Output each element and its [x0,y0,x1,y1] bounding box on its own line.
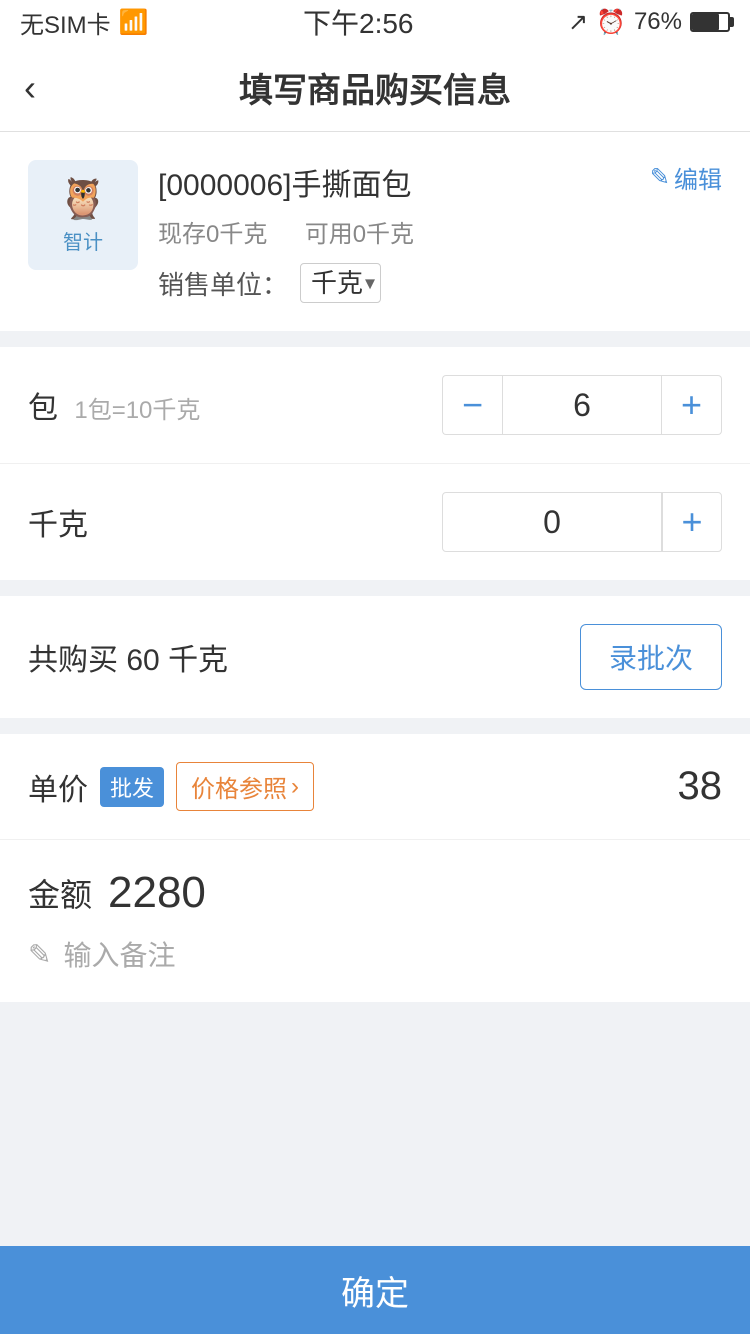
total-amount: 60 [126,644,159,677]
kg-plus-button[interactable]: + [662,492,722,552]
carrier-text: 无SIM卡 [20,5,111,40]
quantity-section: 包 1包=10千克 − + 千克 + [0,347,750,580]
price-label: 单价 [28,765,88,809]
price-tag: 批发 [100,767,164,807]
quantity-row-kg: 千克 + [0,464,750,580]
confirm-bar[interactable]: 确定 [0,1246,750,1334]
location-icon: ↗ [568,8,588,37]
edit-icon: ✎ [650,163,670,192]
product-card: 🦉 智计 [0000006]手撕面包 ✎ 编辑 现存0千克 可用0千克 销售单 [0,132,750,331]
price-left: 单价 批发 价格参照 › [28,762,314,811]
available-text: 可用0千克 [305,221,414,248]
price-section: 单价 批发 价格参照 › 38 [0,734,750,840]
price-ref-button[interactable]: 价格参照 › [176,762,314,811]
price-value: 38 [678,764,723,809]
page-title: 填写商品购买信息 [239,63,511,112]
total-prefix: 共购买 [28,644,118,677]
unit-select-wrapper[interactable]: 千克 [300,263,381,303]
edit-label: 编辑 [674,160,722,195]
bag-hint: 1包=10千克 [74,397,200,424]
note-row[interactable]: ✎ 输入备注 [28,934,722,974]
stock-text: 现存0千克 [158,221,267,248]
product-image-caption: 智计 [58,226,108,255]
wifi-icon: 📶 [119,8,149,37]
amount-section: 金额 2280 ✎ 输入备注 [0,840,750,1002]
status-right: ↗ ⏰ 76% [568,8,730,37]
product-name-row: [0000006]手撕面包 ✎ 编辑 [158,160,722,204]
bag-minus-button[interactable]: − [442,375,502,435]
battery-text: 76% [634,8,682,36]
amount-value: 2280 [108,868,206,918]
bag-quantity-input[interactable] [502,375,662,435]
stock-info: 现存0千克 可用0千克 [158,214,722,249]
kg-quantity-controls: + [442,492,722,552]
bag-quantity-controls: − + [442,375,722,435]
quantity-row-bag: 包 1包=10千克 − + [0,347,750,464]
price-ref-arrow: › [291,773,299,801]
content: 🦉 智计 [0000006]手撕面包 ✎ 编辑 现存0千克 可用0千克 销售单 [0,132,750,1202]
time-display: 下午2:56 [303,2,414,42]
battery-icon [690,12,730,32]
bottom-spacer [0,1002,750,1202]
product-image: 🦉 智计 [28,160,138,270]
alarm-icon: ⏰ [596,8,626,37]
note-placeholder: 输入备注 [63,934,175,974]
product-info: [0000006]手撕面包 ✎ 编辑 现存0千克 可用0千克 销售单位： 千克 [158,160,722,303]
nav-bar: ‹ 填写商品购买信息 [0,44,750,132]
status-left: 无SIM卡 📶 [20,5,149,40]
note-icon: ✎ [28,938,51,971]
bag-label: 包 1包=10千克 [28,383,442,427]
product-name: [0000006]手撕面包 [158,160,650,204]
total-section: 共购买 60 千克 录批次 [0,596,750,718]
unit-select[interactable]: 千克 [300,263,381,303]
price-ref-label: 价格参照 [191,769,287,804]
back-button[interactable]: ‹ [24,67,36,109]
edit-button[interactable]: ✎ 编辑 [650,160,722,195]
bag-plus-button[interactable]: + [662,375,722,435]
kg-quantity-input[interactable] [442,492,662,552]
unit-row: 销售单位： 千克 [158,263,722,303]
amount-label: 金额 [28,870,92,916]
kg-label: 千克 [28,500,442,544]
product-owl-icon: 🦉 [58,175,108,222]
product-title: 手撕面包 [291,169,411,202]
total-text: 共购买 60 千克 [28,635,228,679]
batch-button[interactable]: 录批次 [580,624,722,690]
confirm-label: 确定 [341,1266,409,1315]
status-bar: 无SIM卡 📶 下午2:56 ↗ ⏰ 76% [0,0,750,44]
product-code: [0000006] [158,169,291,202]
unit-label: 销售单位： [158,265,288,302]
total-unit-text: 千克 [168,644,228,677]
amount-row: 金额 2280 [28,868,722,918]
